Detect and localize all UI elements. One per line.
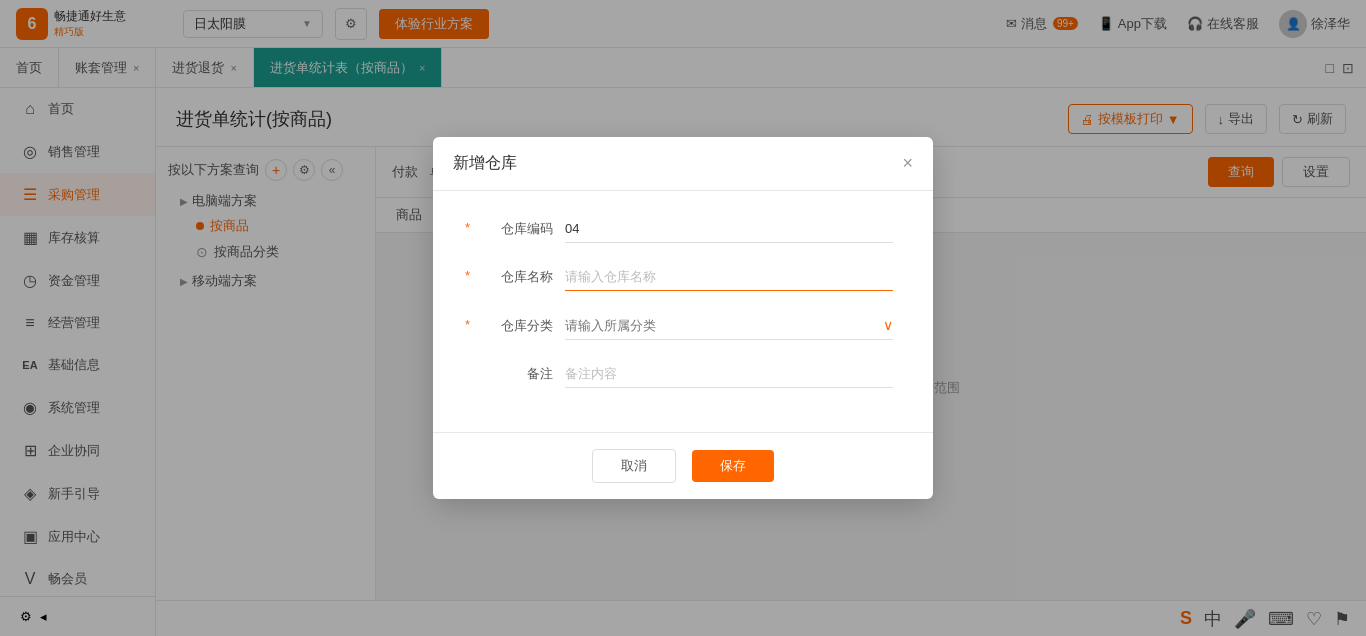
form-row-name: 仓库名称	[473, 263, 893, 291]
category-input[interactable]	[565, 318, 883, 333]
name-label: 仓库名称	[473, 268, 553, 286]
form-row-remark: 备注	[473, 360, 893, 388]
form-row-category: 仓库分类 ∨	[473, 311, 893, 340]
modal-footer: 取消 保存	[433, 432, 933, 499]
remark-input[interactable]	[565, 360, 893, 388]
category-select[interactable]: ∨	[565, 311, 893, 340]
modal-title: 新增仓库	[453, 153, 517, 174]
code-label: 仓库编码	[473, 220, 553, 238]
code-input[interactable]	[565, 215, 893, 243]
modal-body: 仓库编码 仓库名称 仓库分类 ∨ 备注	[433, 191, 933, 432]
save-button[interactable]: 保存	[692, 450, 774, 482]
form-row-code: 仓库编码	[473, 215, 893, 243]
remark-label: 备注	[473, 365, 553, 383]
modal-overlay[interactable]: 新增仓库 × 仓库编码 仓库名称 仓库分类 ∨	[0, 0, 1366, 636]
modal-new-warehouse: 新增仓库 × 仓库编码 仓库名称 仓库分类 ∨	[433, 137, 933, 499]
category-chevron-icon[interactable]: ∨	[883, 317, 893, 333]
category-label: 仓库分类	[473, 317, 553, 335]
cancel-button[interactable]: 取消	[592, 449, 676, 483]
modal-close-button[interactable]: ×	[902, 153, 913, 174]
name-input[interactable]	[565, 263, 893, 291]
modal-header: 新增仓库 ×	[433, 137, 933, 191]
